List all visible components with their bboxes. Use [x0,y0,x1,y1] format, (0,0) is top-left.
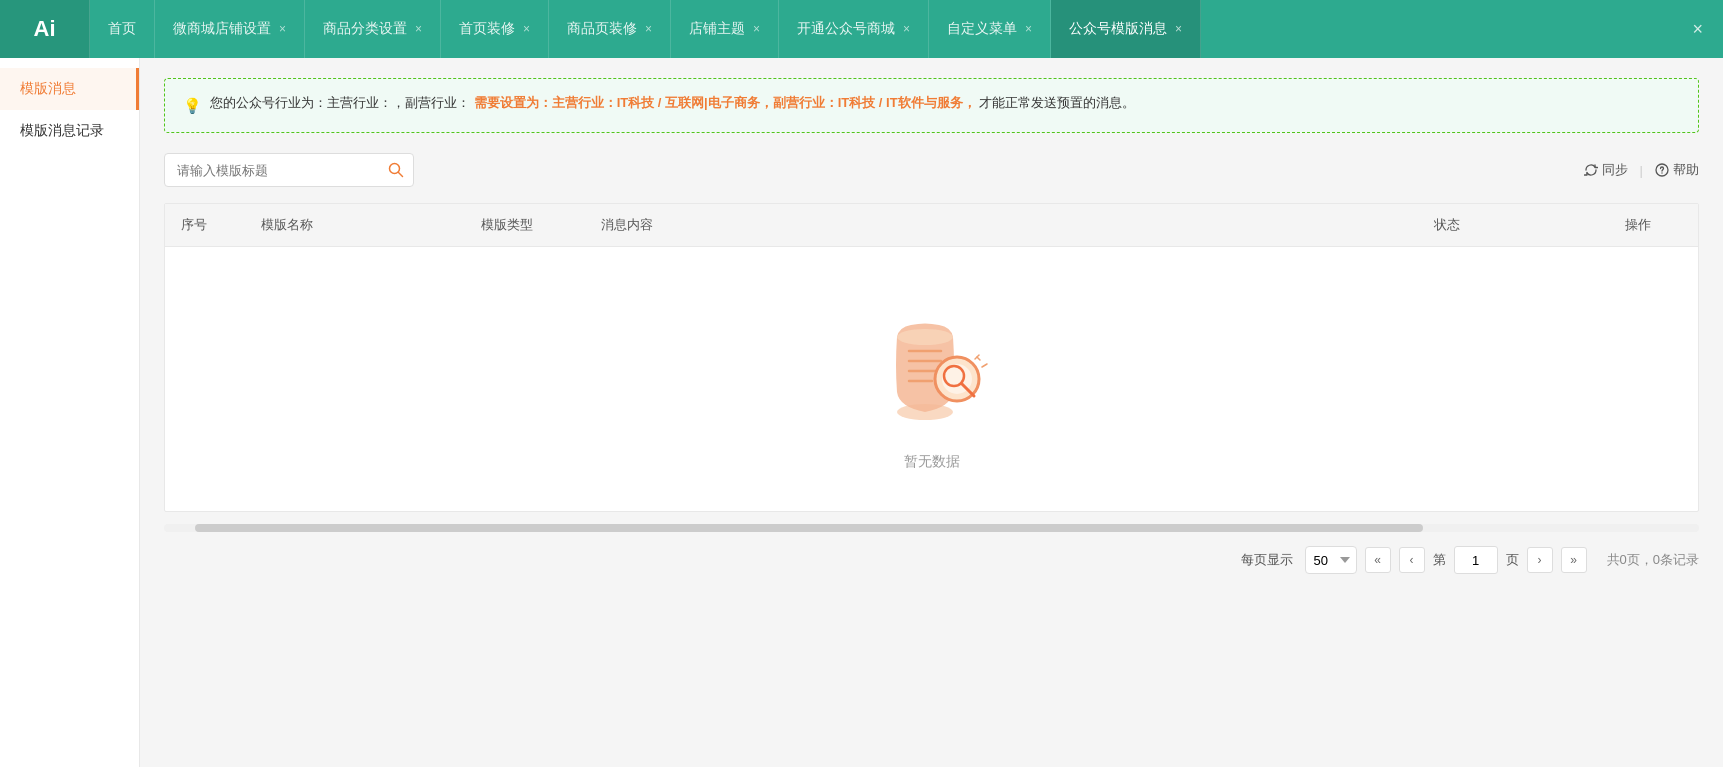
nav-tab-close-category-settings[interactable]: × [415,22,422,36]
search-button[interactable] [378,153,414,187]
pagination: 每页显示 50 10 20 100 « ‹ 第 页 › » 共0页，0条记录 [164,532,1699,574]
search-icon [388,162,404,178]
data-table: 序号 模版名称 模版类型 消息内容 状态 操作 [164,203,1699,512]
page-size-label: 每页显示 [1241,551,1293,569]
top-nav: Ai 首页微商城店铺设置×商品分类设置×首页装修×商品页装修×店铺主题×开通公众… [0,0,1723,58]
empty-illustration [867,307,997,437]
main-layout: 模版消息模版消息记录 💡 您的公众号行业为：主营行业：，副营行业： 需要设置为：… [0,58,1723,767]
nav-tab-close-shop-settings[interactable]: × [279,22,286,36]
scrollbar-thumb[interactable] [195,524,1423,532]
notice-text: 您的公众号行业为：主营行业：，副营行业： 需要设置为：主营行业：IT科技 / 互… [210,93,1135,114]
nav-tab-custom-menu[interactable]: 自定义菜单× [929,0,1051,58]
col-header-name: 模版名称 [245,204,465,246]
search-input[interactable] [164,153,414,187]
search-input-wrap [164,153,414,187]
svg-line-1 [399,173,403,177]
svg-line-16 [982,364,987,367]
sidebar-item-template-msg-record[interactable]: 模版消息记录 [0,110,139,152]
col-header-action: 操作 [1578,204,1698,246]
nav-tab-open-mall[interactable]: 开通公众号商城× [779,0,929,58]
col-header-content: 消息内容 [585,204,1418,246]
sidebar: 模版消息模版消息记录 [0,58,140,767]
nav-tab-template-msg[interactable]: 公众号模版消息× [1051,0,1201,58]
nav-tabs-container: 首页微商城店铺设置×商品分类设置×首页装修×商品页装修×店铺主题×开通公众号商城… [90,0,1672,58]
nav-tab-product-decor[interactable]: 商品页装修× [549,0,671,58]
page-label: 第 [1433,551,1446,569]
close-all-button[interactable]: × [1672,0,1723,58]
notice-banner: 💡 您的公众号行业为：主营行业：，副营行业： 需要设置为：主营行业：IT科技 /… [164,78,1699,133]
col-header-seq: 序号 [165,204,245,246]
nav-tab-close-product-decor[interactable]: × [645,22,652,36]
toolbar-right: 同步 | 帮助 [1584,161,1699,179]
next-page-button[interactable]: › [1527,547,1553,573]
empty-state: 暂无数据 [165,247,1698,511]
search-bar: 同步 | 帮助 [164,153,1699,187]
sync-button[interactable]: 同步 [1584,161,1628,179]
nav-tab-close-custom-menu[interactable]: × [1025,22,1032,36]
total-info: 共0页，0条记录 [1607,551,1699,569]
help-icon [1655,163,1669,177]
first-page-button[interactable]: « [1365,547,1391,573]
page-input[interactable] [1454,546,1498,574]
empty-text: 暂无数据 [904,453,960,471]
sync-icon [1584,163,1598,177]
nav-tab-close-shop-theme[interactable]: × [753,22,760,36]
nav-tab-shop-settings[interactable]: 微商城店铺设置× [155,0,305,58]
svg-line-15 [977,357,980,360]
nav-tab-category-settings[interactable]: 商品分类设置× [305,0,441,58]
nav-tab-close-template-msg[interactable]: × [1175,22,1182,36]
table-header: 序号 模版名称 模版类型 消息内容 状态 操作 [165,204,1698,247]
toolbar-divider: | [1640,163,1643,178]
nav-tab-shop-theme[interactable]: 店铺主题× [671,0,779,58]
nav-tab-homepage-decor[interactable]: 首页装修× [441,0,549,58]
svg-point-5 [897,329,953,345]
page-unit: 页 [1506,551,1519,569]
svg-point-3 [1661,172,1662,173]
notice-icon: 💡 [183,94,202,118]
last-page-button[interactable]: » [1561,547,1587,573]
col-header-status: 状态 [1418,204,1578,246]
sidebar-item-template-msg[interactable]: 模版消息 [0,68,139,110]
horizontal-scrollbar[interactable] [164,524,1699,532]
content-area: 💡 您的公众号行业为：主营行业：，副营行业： 需要设置为：主营行业：IT科技 /… [140,58,1723,767]
prev-page-button[interactable]: ‹ [1399,547,1425,573]
help-button[interactable]: 帮助 [1655,161,1699,179]
col-header-type: 模版类型 [465,204,585,246]
sidebar-items-container: 模版消息模版消息记录 [0,68,139,152]
nav-tab-close-homepage-decor[interactable]: × [523,22,530,36]
page-size-select[interactable]: 50 10 20 100 [1305,546,1357,574]
nav-tab-home[interactable]: 首页 [90,0,155,58]
nav-tab-close-open-mall[interactable]: × [903,22,910,36]
app-logo: Ai [0,0,90,58]
